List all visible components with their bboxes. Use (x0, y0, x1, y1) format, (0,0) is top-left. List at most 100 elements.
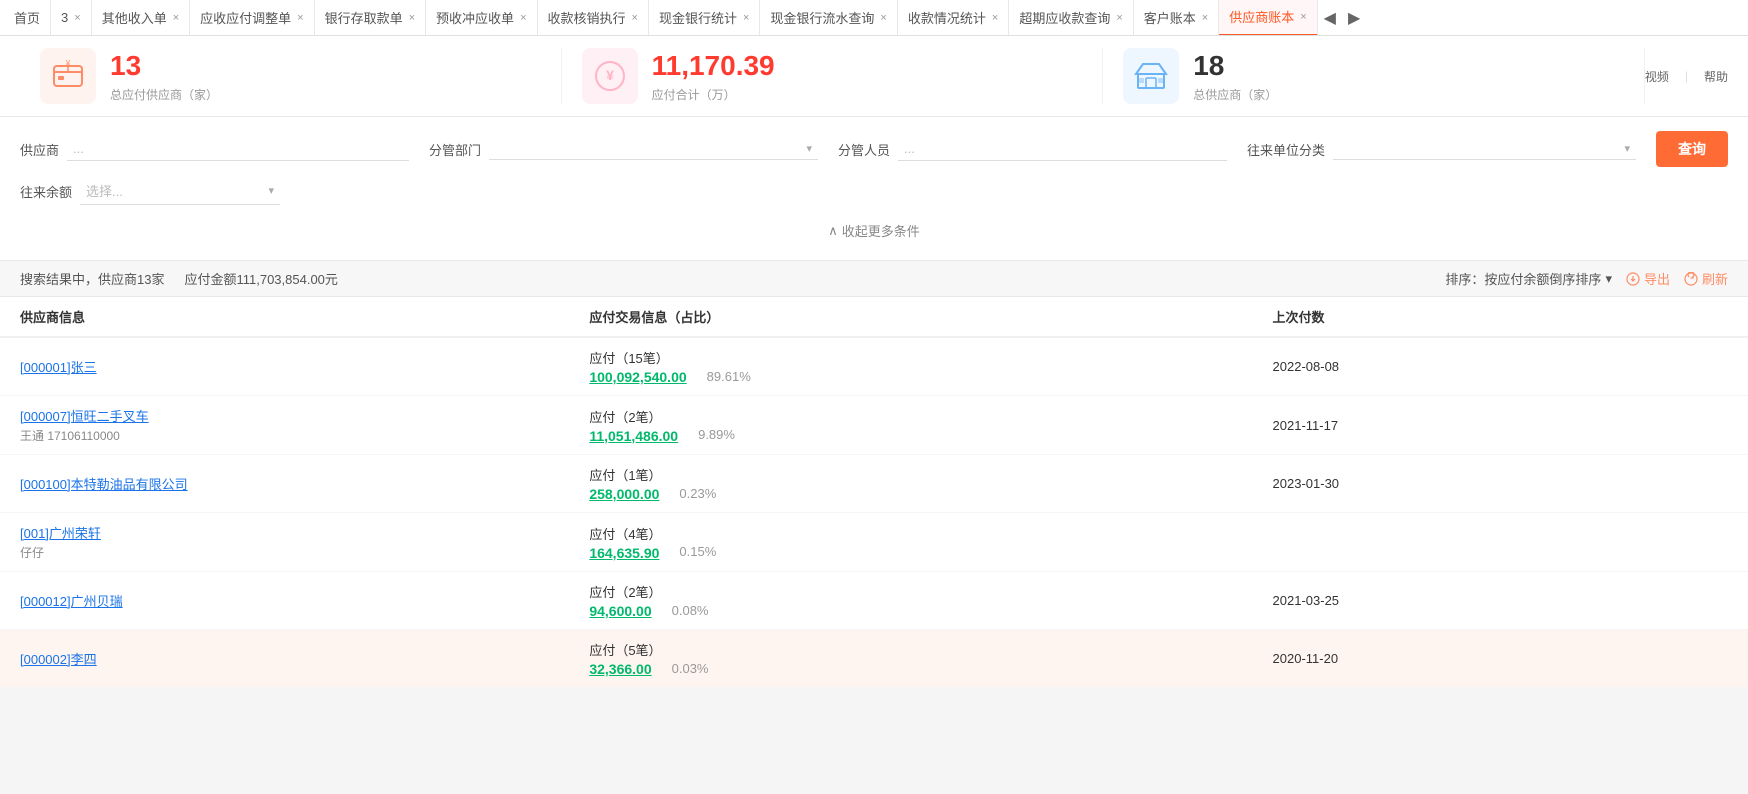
nav-tab-3-close[interactable]: × (74, 12, 80, 24)
refresh-button[interactable]: 刷新 (1684, 269, 1728, 288)
nav-tab-cash-flow-close[interactable]: × (880, 12, 886, 24)
supplier-link[interactable]: [000100]本特勒油品有限公司 (20, 477, 188, 492)
supplier-icon: ¥ (50, 58, 86, 94)
export-icon (1626, 272, 1640, 286)
filter-item-category: 往来单位分类 ▾ (1247, 138, 1636, 160)
nav-tab-supplier-book[interactable]: 供应商账本 × (1219, 0, 1317, 36)
filter-item-supplier: 供应商 (20, 137, 409, 161)
filter-input-supplier[interactable] (67, 137, 409, 161)
collapse-button[interactable]: ∧ 收起更多条件 (822, 215, 926, 246)
nav-tab-bank[interactable]: 银行存取款单 × (315, 0, 426, 36)
tx-amount[interactable]: 94,600.00 (589, 603, 651, 619)
stat-info-total-suppliers: 18 总供应商（家） (1193, 50, 1277, 103)
help-link[interactable]: 帮助 (1704, 68, 1728, 85)
nav-tab-cash-stat[interactable]: 现金银行统计 × (649, 0, 760, 36)
results-summary-amount: 应付金额111,703,854.00元 (184, 269, 337, 288)
video-link[interactable]: 视频 (1645, 68, 1669, 85)
nav-next-arrow[interactable]: ▶ (1342, 8, 1366, 28)
tx-row: 应付（1笔） (589, 465, 661, 484)
last-pay-cell: 2021-03-25 (1273, 593, 1728, 608)
nav-tab-overdue[interactable]: 超期应收款查询 × (1009, 0, 1133, 36)
nav-tab-other-income-close[interactable]: × (173, 12, 179, 24)
stat-right-links: 视频 | 帮助 (1645, 68, 1728, 85)
filter-item-dept: 分管部门 ▾ (429, 138, 818, 160)
supplier-link[interactable]: [001]广州荣轩 (20, 526, 101, 541)
nav-tab-customer-book-close[interactable]: × (1202, 12, 1208, 24)
supplier-link[interactable]: [000012]广州贝瑞 (20, 594, 123, 609)
filter-item-person: 分管人员 (838, 137, 1227, 161)
nav-tab-adjust-close[interactable]: × (297, 12, 303, 24)
nav-tab-verify-close[interactable]: × (632, 12, 638, 24)
table-row: [000001]张三 应付（15笔） 100,092,540.00 89.61%… (0, 338, 1748, 396)
nav-tab-bank-close[interactable]: × (409, 12, 415, 24)
nav-tab-3-label: 3 (61, 10, 68, 25)
nav-tab-3[interactable]: 3 × (51, 0, 92, 36)
tx-amount[interactable]: 258,000.00 (589, 486, 659, 502)
last-pay-cell: 2020-11-20 (1273, 651, 1728, 666)
filter-select-dept[interactable]: ▾ (489, 138, 818, 160)
nav-tab-cash-stat-close[interactable]: × (743, 12, 749, 24)
col-header-tx: 应付交易信息（占比） (589, 307, 1272, 326)
filter-label-dept: 分管部门 (429, 140, 481, 159)
tx-amount-row: 100,092,540.00 89.61% (589, 367, 750, 385)
stat-number-total-suppliers: 18 (1193, 50, 1277, 82)
tx-amount[interactable]: 100,092,540.00 (589, 369, 686, 385)
results-header: 搜索结果中，供应商13家 应付金额111,703,854.00元 排序：按应付余… (0, 261, 1748, 297)
stat-label-payable-suppliers: 总应付供应商（家） (110, 86, 218, 103)
filter-select-balance[interactable]: 选择... ▾ (80, 177, 280, 205)
nav-tab-bank-label: 银行存取款单 (325, 8, 403, 27)
nav-prev-arrow[interactable]: ◀ (1318, 8, 1342, 28)
supplier-link[interactable]: [000002]李四 (20, 652, 97, 667)
export-label: 导出 (1644, 269, 1670, 288)
tx-percent: 0.03% (672, 661, 709, 676)
stat-icon-payable-suppliers: ¥ (40, 48, 96, 104)
filter-label-supplier: 供应商 (20, 140, 59, 159)
nav-tab-other-income-label: 其他收入单 (102, 8, 167, 27)
supplier-sub: 王通 17106110000 (20, 427, 589, 444)
nav-tab-collection-stat[interactable]: 收款情况统计 × (898, 0, 1009, 36)
stat-icon-total-suppliers (1123, 48, 1179, 104)
tx-amount[interactable]: 164,635.90 (589, 545, 659, 561)
stat-payable-total: ¥ 11,170.39 应付合计（万） (562, 48, 1104, 104)
supplier-link[interactable]: [000007]恒旺二手叉车 (20, 409, 149, 424)
tx-amount-row: 11,051,486.00 9.89% (589, 426, 735, 444)
table-header: 供应商信息 应付交易信息（占比） 上次付数 (0, 297, 1748, 338)
tx-row: 应付（4笔） (589, 524, 661, 543)
nav-tab-customer-book[interactable]: 客户账本 × (1134, 0, 1219, 36)
nav-tab-supplier-book-close[interactable]: × (1300, 11, 1306, 23)
filter-input-person[interactable] (898, 137, 1227, 161)
nav-tab-customer-book-label: 客户账本 (1144, 8, 1196, 27)
svg-text:¥: ¥ (65, 59, 71, 68)
supplier-link[interactable]: [000001]张三 (20, 360, 97, 375)
search-button[interactable]: 查询 (1656, 131, 1728, 167)
stat-info-payable-suppliers: 13 总应付供应商（家） (110, 50, 218, 103)
tx-label: 应付（2笔） (589, 407, 661, 426)
nav-tab-overdue-close[interactable]: × (1116, 12, 1122, 24)
nav-tab-overdue-label: 超期应收款查询 (1019, 8, 1110, 27)
nav-tab-other-income[interactable]: 其他收入单 × (92, 0, 190, 36)
stat-total-suppliers: 18 总供应商（家） (1103, 48, 1645, 104)
data-table: 供应商信息 应付交易信息（占比） 上次付数 [000001]张三 应付（15笔）… (0, 297, 1748, 688)
tx-label: 应付（2笔） (589, 582, 661, 601)
export-button[interactable]: 导出 (1626, 269, 1670, 288)
nav-tab-collection-stat-label: 收款情况统计 (908, 8, 986, 27)
nav-tab-verify[interactable]: 收款核销执行 × (538, 0, 649, 36)
tx-amount-row: 258,000.00 0.23% (589, 484, 716, 502)
tx-percent: 89.61% (707, 369, 751, 384)
filter-select-category[interactable]: ▾ (1333, 138, 1636, 160)
nav-tab-home-label: 首页 (14, 8, 40, 27)
tx-info-cell: 应付（2笔） 94,600.00 0.08% (589, 582, 1272, 619)
nav-tab-pre-receive[interactable]: 预收冲应收单 × (426, 0, 537, 36)
nav-tab-cash-stat-label: 现金银行统计 (659, 8, 737, 27)
nav-tab-cash-flow-label: 现金银行流水查询 (770, 8, 874, 27)
nav-tab-cash-flow[interactable]: 现金银行流水查询 × (760, 0, 897, 36)
tx-amount[interactable]: 11,051,486.00 (589, 428, 678, 444)
nav-tab-collection-stat-close[interactable]: × (992, 12, 998, 24)
nav-tab-pre-receive-close[interactable]: × (520, 12, 526, 24)
nav-tab-home[interactable]: 首页 (4, 0, 51, 36)
nav-tab-adjust[interactable]: 应收应付调整单 × (190, 0, 314, 36)
table-row: [000012]广州贝瑞 应付（2笔） 94,600.00 0.08% 2021… (0, 572, 1748, 630)
filter-row-2: 往来余额 选择... ▾ (20, 177, 1728, 205)
tx-amount[interactable]: 32,366.00 (589, 661, 651, 677)
sort-button[interactable]: 排序：按应付余额倒序排序 ▾ (1445, 269, 1612, 288)
